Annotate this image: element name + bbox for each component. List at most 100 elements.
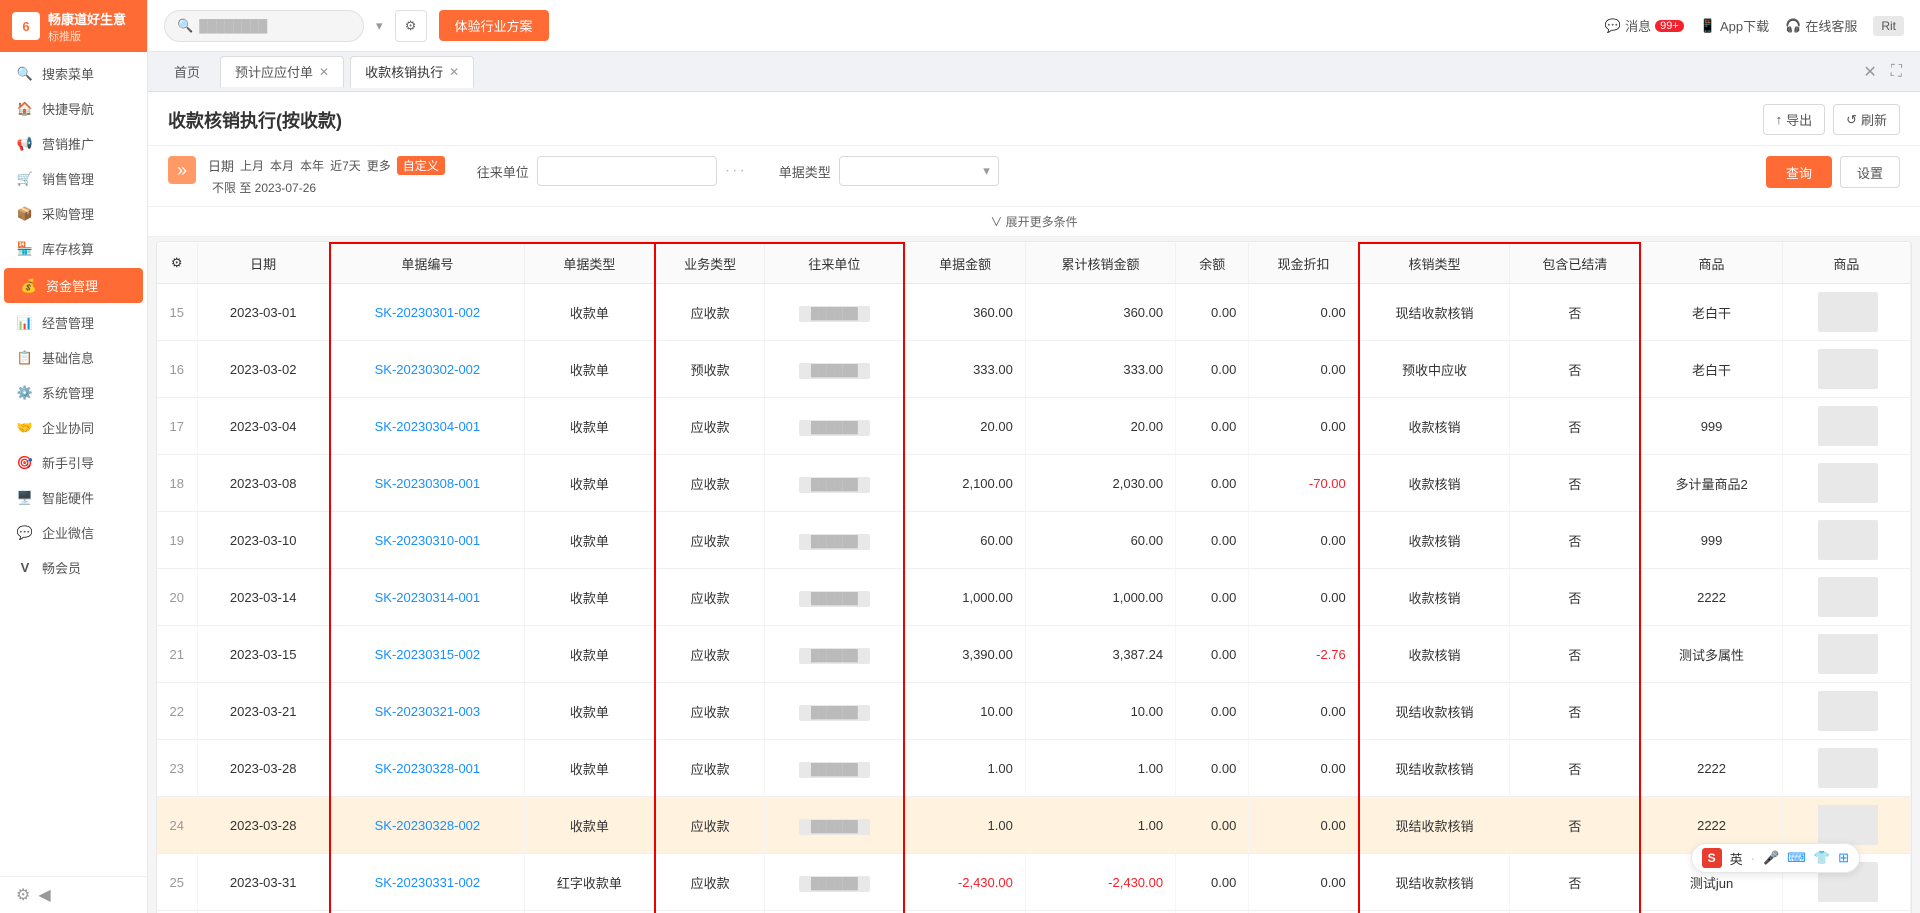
row-no: 17 bbox=[157, 398, 197, 455]
row-bill-no[interactable]: SK-20230302-002 bbox=[330, 341, 525, 398]
sidebar-item-wechat[interactable]: 💬 企业微信 bbox=[0, 515, 147, 550]
filter-expand-button[interactable]: » bbox=[168, 156, 196, 184]
row-verify-type: 收款核销 bbox=[1359, 455, 1510, 512]
row-bill-type: 收款单 bbox=[524, 797, 655, 854]
tab-expand-icon[interactable]: ⛶ bbox=[1885, 63, 1908, 81]
row-verify-type: 收款核销 bbox=[1359, 569, 1510, 626]
row-bill-no[interactable]: SK-20230315-002 bbox=[330, 626, 525, 683]
table-header-row: ⚙ 日期 单据编号 单据类型 业务类型 往来单位 单据金额 累计核销金额 余额 … bbox=[157, 243, 1911, 284]
purchase-icon: 📦 bbox=[16, 205, 34, 223]
row-cum-verify: 10.00 bbox=[1025, 683, 1175, 740]
keyboard-icon[interactable]: ⌨ bbox=[1787, 850, 1806, 866]
row-bill-no[interactable]: SK-20230314-001 bbox=[330, 569, 525, 626]
row-cash-discount: 0.00 bbox=[1249, 284, 1359, 341]
export-button[interactable]: ↑ 导出 bbox=[1763, 104, 1826, 135]
sidebar-item-quick-nav[interactable]: 🏠 快捷导航 bbox=[0, 91, 147, 126]
expand-more-button[interactable]: ∨ 展开更多条件 bbox=[990, 215, 1077, 229]
collapse-icon[interactable]: ◀ bbox=[38, 885, 50, 905]
last-7-days-btn[interactable]: 近7天 bbox=[330, 157, 361, 174]
refresh-button[interactable]: ↺ 刷新 bbox=[1833, 104, 1900, 135]
table-row: 24 2023-03-28 SK-20230328-002 收款单 应收款 ██… bbox=[157, 797, 1911, 854]
user-avatar-action[interactable]: Rit bbox=[1873, 16, 1904, 36]
bill-type-select[interactable]: ▾ bbox=[839, 156, 999, 186]
row-balance: 0.00 bbox=[1176, 512, 1249, 569]
row-cash-discount: 0.00 bbox=[1249, 512, 1359, 569]
settings-bottom-icon[interactable]: ⚙ bbox=[16, 885, 30, 905]
row-partner: ██████ bbox=[765, 626, 905, 683]
sidebar-item-hardware[interactable]: 🖥️ 智能硬件 bbox=[0, 480, 147, 515]
sidebar-item-enterprise[interactable]: 🤝 企业协同 bbox=[0, 410, 147, 445]
sidebar-item-basic-info[interactable]: 📋 基础信息 bbox=[0, 340, 147, 375]
row-include-settled: 否 bbox=[1510, 740, 1641, 797]
row-amount: 1.00 bbox=[904, 740, 1025, 797]
sidebar-item-finance[interactable]: 💰 资金管理 bbox=[4, 268, 143, 303]
sidebar-item-operation[interactable]: 📊 经营管理 bbox=[0, 305, 147, 340]
online-service-action[interactable]: 🎧 在线客服 bbox=[1785, 16, 1857, 35]
tab-collection-close[interactable]: ✕ bbox=[449, 65, 459, 79]
tab-collection-verify[interactable]: 收款核销执行 ✕ bbox=[350, 56, 474, 88]
app-download-action[interactable]: 📱 App下载 bbox=[1700, 16, 1769, 35]
row-balance: 0.00 bbox=[1176, 797, 1249, 854]
row-bill-no[interactable]: SK-20230308-001 bbox=[330, 455, 525, 512]
query-button[interactable]: 查询 bbox=[1766, 156, 1832, 188]
partner-input[interactable] bbox=[537, 156, 717, 186]
table-row: 18 2023-03-08 SK-20230308-001 收款单 应收款 ██… bbox=[157, 455, 1911, 512]
tab-home[interactable]: 首页 bbox=[160, 56, 214, 88]
topbar-search[interactable]: 🔍 ████████ bbox=[164, 10, 364, 42]
col-include-settled-header: 包含已结清 bbox=[1510, 243, 1641, 284]
row-date: 2023-03-04 bbox=[197, 398, 330, 455]
row-date: 2023-03-31 bbox=[197, 854, 330, 911]
system-icon: ⚙️ bbox=[16, 384, 34, 402]
dropdown-arrow[interactable]: ▾ bbox=[376, 18, 383, 34]
row-bill-no[interactable]: SK-20230301-002 bbox=[330, 284, 525, 341]
current-month-btn[interactable]: 本月 bbox=[270, 157, 294, 174]
brand-name: 畅康道好生意 bbox=[48, 9, 126, 28]
sidebar-item-guide[interactable]: 🎯 新手引导 bbox=[0, 445, 147, 480]
col-settings-header[interactable]: ⚙ bbox=[157, 243, 197, 284]
row-bill-no[interactable]: SK-20230304-001 bbox=[330, 398, 525, 455]
tab-advance-close[interactable]: ✕ bbox=[319, 65, 329, 79]
custom-date-btn[interactable]: 自定义 bbox=[397, 156, 445, 175]
more-date-btn[interactable]: 更多 bbox=[367, 157, 391, 174]
row-bill-no[interactable]: SK-20230328-002 bbox=[330, 797, 525, 854]
table-row: 25 2023-03-31 SK-20230331-002 红字收款单 应收款 … bbox=[157, 854, 1911, 911]
prev-month-btn[interactable]: 上月 bbox=[240, 157, 264, 174]
solution-button[interactable]: 体验行业方案 bbox=[439, 10, 549, 41]
row-product: 999 bbox=[1640, 512, 1782, 569]
mic-icon[interactable]: 🎤 bbox=[1763, 850, 1779, 866]
row-verify-type: 收款核销 bbox=[1359, 626, 1510, 683]
sidebar-item-marketing[interactable]: 📢 营销推广 bbox=[0, 126, 147, 161]
grid-icon[interactable]: ⊞ bbox=[1838, 850, 1849, 866]
sidebar-label-operation: 经营管理 bbox=[42, 313, 94, 332]
messages-action[interactable]: 💬 消息 99+ bbox=[1605, 16, 1684, 35]
row-bill-no[interactable]: SK-20230310-001 bbox=[330, 512, 525, 569]
sidebar-label-enterprise: 企业协同 bbox=[42, 418, 94, 437]
row-bill-no[interactable]: SK-20230328-001 bbox=[330, 740, 525, 797]
sidebar-item-sales[interactable]: 🛒 销售管理 bbox=[0, 161, 147, 196]
sidebar-label-guide: 新手引导 bbox=[42, 453, 94, 472]
row-date: 2023-03-28 bbox=[197, 740, 330, 797]
shirt-icon[interactable]: 👕 bbox=[1814, 850, 1830, 866]
sidebar-item-member[interactable]: V 畅会员 bbox=[0, 550, 147, 585]
row-bill-no[interactable]: SK-20230331-002 bbox=[330, 854, 525, 911]
filter-dots[interactable]: ··· bbox=[725, 162, 747, 180]
sidebar-item-search[interactable]: 🔍 搜索菜单 bbox=[0, 56, 147, 91]
settings-filter-button[interactable]: 设置 bbox=[1840, 156, 1900, 188]
topbar-gear-button[interactable]: ⚙ bbox=[395, 10, 427, 42]
row-product2 bbox=[1782, 626, 1910, 683]
sidebar-item-system[interactable]: ⚙️ 系统管理 bbox=[0, 375, 147, 410]
tab-advance-payment[interactable]: 预计应应付单 ✕ bbox=[220, 56, 344, 88]
filter-bar: » 日期 上月 本月 本年 近7天 更多 自定义 不限 至 2023-07-26 bbox=[148, 146, 1920, 207]
main-area: 🔍 ████████ ▾ ⚙ 体验行业方案 💬 消息 99+ 📱 App下载 🎧… bbox=[148, 0, 1920, 913]
partner-filter-label: 往来单位 bbox=[477, 162, 529, 181]
row-date: 2023-03-02 bbox=[197, 341, 330, 398]
tab-close-icon[interactable]: ✕ bbox=[1857, 62, 1882, 82]
row-bill-no[interactable]: SK-20230321-003 bbox=[330, 683, 525, 740]
row-date: 2023-03-10 bbox=[197, 512, 330, 569]
sidebar-item-purchase[interactable]: 📦 采购管理 bbox=[0, 196, 147, 231]
date-filter-label: 日期 bbox=[208, 156, 234, 175]
sidebar-item-inventory[interactable]: 🏪 库存核算 bbox=[0, 231, 147, 266]
table-settings-icon[interactable]: ⚙ bbox=[171, 255, 183, 270]
table-row: 17 2023-03-04 SK-20230304-001 收款单 应收款 ██… bbox=[157, 398, 1911, 455]
current-year-btn[interactable]: 本年 bbox=[300, 157, 324, 174]
